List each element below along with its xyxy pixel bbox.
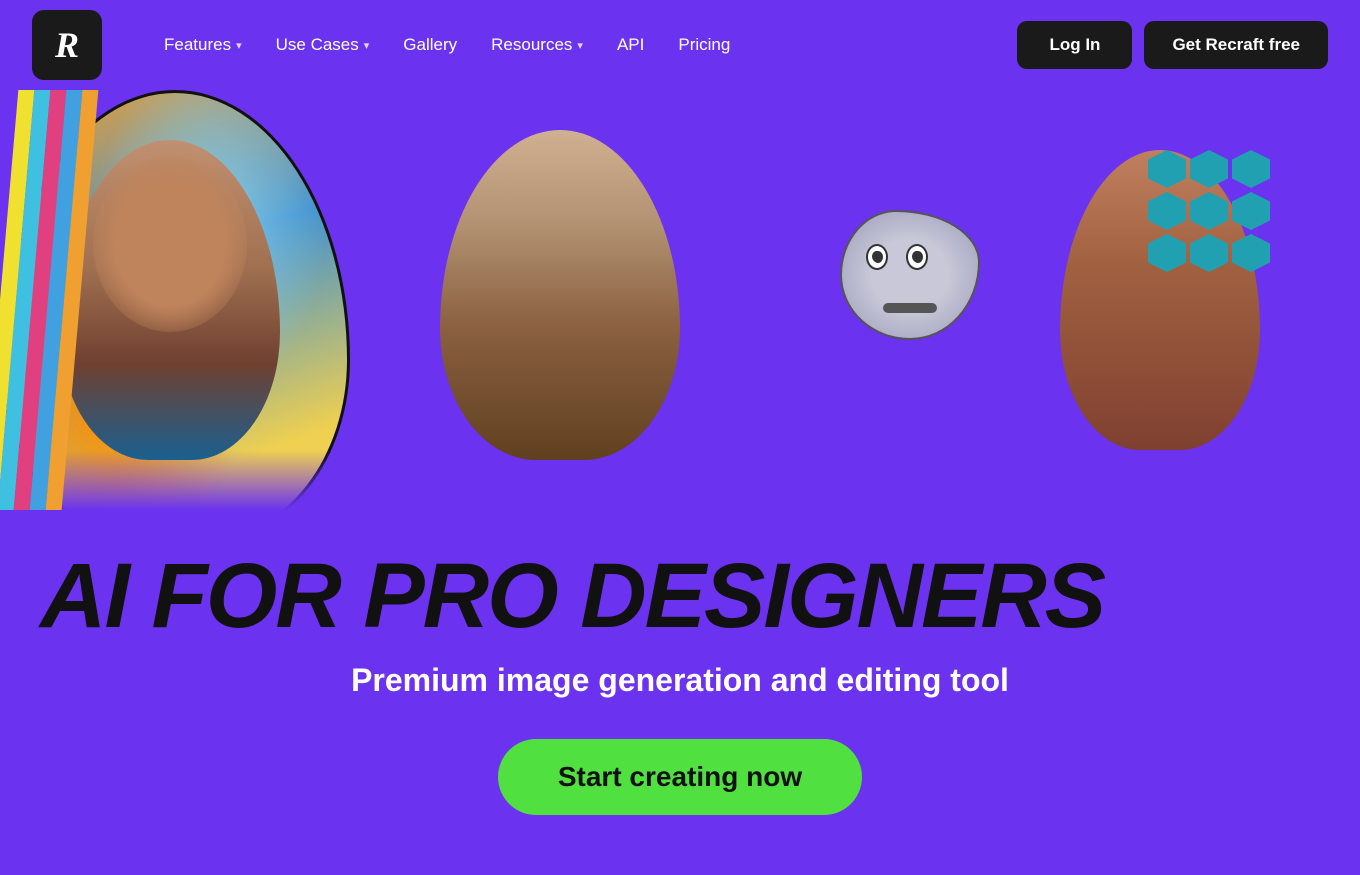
nav-label-pricing: Pricing bbox=[678, 35, 730, 55]
nav-item-resources[interactable]: Resources ▾ bbox=[477, 27, 597, 63]
banner-fade bbox=[0, 450, 1360, 510]
hero-subtitle: Premium image generation and editing too… bbox=[0, 662, 1360, 699]
nav-item-features[interactable]: Features ▾ bbox=[150, 27, 256, 63]
nav-item-api[interactable]: API bbox=[603, 27, 658, 63]
hex-cell bbox=[1232, 234, 1270, 272]
hex-cell bbox=[1148, 234, 1186, 272]
chevron-down-icon: ▾ bbox=[577, 39, 583, 52]
nav-actions: Log In Get Recraft free bbox=[1017, 21, 1328, 69]
hero-content: AI FOR PRO DESIGNERS Premium image gener… bbox=[0, 510, 1360, 875]
hex-grid bbox=[1148, 150, 1270, 276]
cartoon-character bbox=[840, 210, 980, 340]
nav-label-use-cases: Use Cases bbox=[276, 35, 359, 55]
nav-links: Features ▾ Use Cases ▾ Gallery Resources… bbox=[150, 27, 1017, 63]
chevron-down-icon: ▾ bbox=[364, 39, 370, 52]
hero-banner bbox=[0, 90, 1360, 510]
hex-row-3 bbox=[1148, 234, 1270, 272]
chevron-down-icon: ▾ bbox=[236, 39, 242, 52]
logo[interactable]: R bbox=[32, 10, 102, 80]
hex-row-1 bbox=[1148, 150, 1270, 188]
navbar: R Features ▾ Use Cases ▾ Gallery Resourc… bbox=[0, 0, 1360, 90]
portrait-center bbox=[440, 130, 680, 460]
login-button[interactable]: Log In bbox=[1017, 21, 1132, 69]
eye-right bbox=[906, 244, 928, 270]
get-recraft-button[interactable]: Get Recraft free bbox=[1144, 21, 1328, 69]
nav-item-pricing[interactable]: Pricing bbox=[664, 27, 744, 63]
start-creating-button[interactable]: Start creating now bbox=[498, 739, 862, 815]
logo-letter: R bbox=[55, 24, 79, 66]
nav-item-use-cases[interactable]: Use Cases ▾ bbox=[262, 27, 384, 63]
hex-cell bbox=[1190, 150, 1228, 188]
nav-item-gallery[interactable]: Gallery bbox=[389, 27, 471, 63]
cartoon-eyes bbox=[866, 244, 928, 270]
hex-cell bbox=[1190, 234, 1228, 272]
nav-label-features: Features bbox=[164, 35, 231, 55]
hero-title: AI FOR PRO DESIGNERS bbox=[0, 550, 1360, 642]
hex-cell bbox=[1232, 150, 1270, 188]
hex-cell bbox=[1190, 192, 1228, 230]
cartoon-mouth bbox=[883, 303, 937, 313]
nav-label-api: API bbox=[617, 35, 644, 55]
hex-row-2 bbox=[1148, 192, 1270, 230]
hex-cell bbox=[1148, 150, 1186, 188]
nav-label-resources: Resources bbox=[491, 35, 572, 55]
nav-label-gallery: Gallery bbox=[403, 35, 457, 55]
eye-left bbox=[866, 244, 888, 270]
hex-cell bbox=[1148, 192, 1186, 230]
hex-cell bbox=[1232, 192, 1270, 230]
